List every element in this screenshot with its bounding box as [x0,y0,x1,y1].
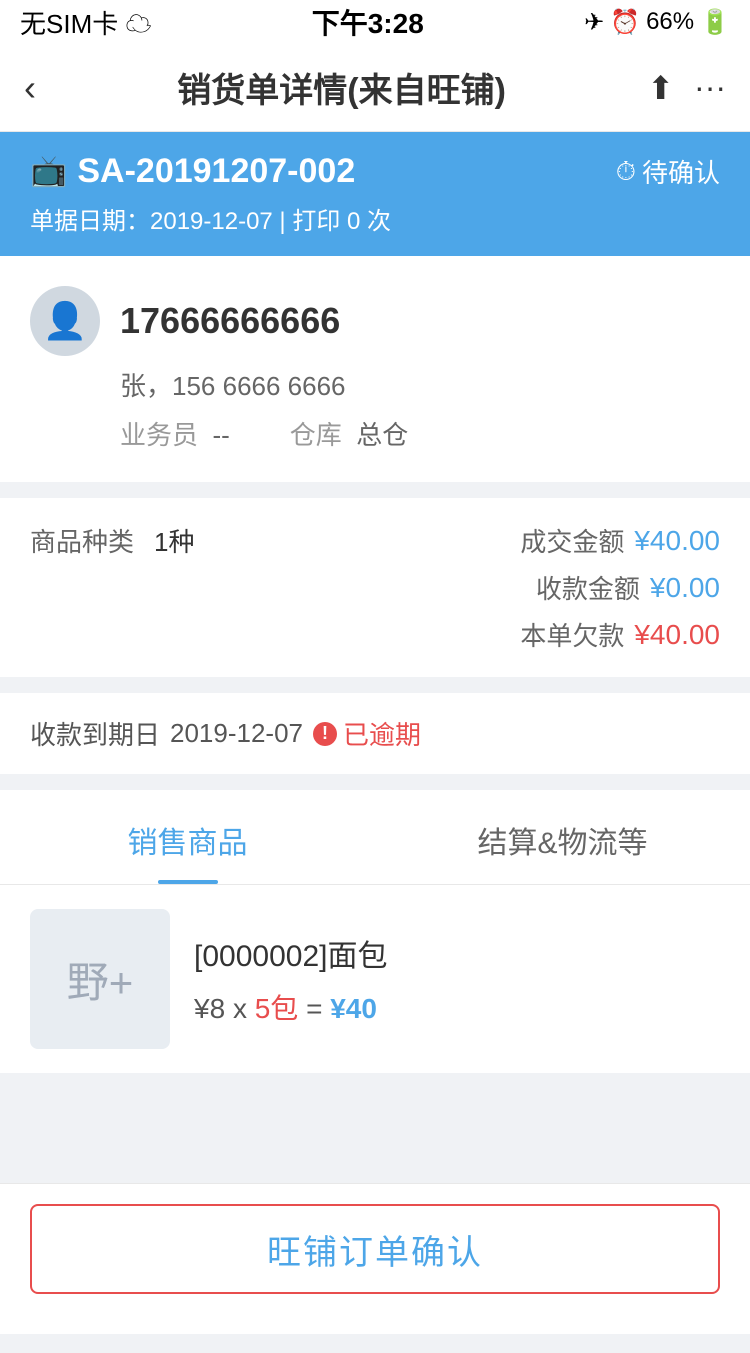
avatar: 👤 [30,286,100,356]
warehouse-value: 总仓 [356,420,408,450]
due-date-card: 收款到期日 2019-12-07 ! 已逾期 [0,693,750,774]
warehouse-label: 仓库 总仓 [290,415,408,452]
sales-label: 业务员 -- [120,415,230,452]
alarm-icon: ⏰ [610,8,640,37]
tab-settlement[interactable]: 结算&物流等 [375,790,750,884]
status-time: 下午3:28 [312,2,424,42]
deal-amount-row: 成交金额 ¥40.00 [520,522,720,559]
order-banner-top: 📺 SA-20191207-002 ⏱ 待确认 [30,152,720,191]
product-image: 野+ [30,909,170,1049]
product-price: ¥8 x 5包 = ¥40 [194,987,720,1027]
customer-top: 👤 17666666666 [30,286,720,356]
share-icon[interactable]: ⬆ [647,69,674,107]
customer-meta: 业务员 -- 仓库 总仓 [120,415,720,452]
battery-icon: 🔋 [700,8,730,37]
tab-active-underline [158,880,218,884]
status-text: 待确认 [642,153,720,190]
price-equals: = [306,993,330,1024]
product-type-label: 商品种类 [30,522,134,559]
bottom-button-area: 旺铺订单确认 [0,1183,750,1334]
more-icon[interactable]: ··· [694,69,726,106]
due-date: 2019-12-07 [170,718,303,749]
owed-label: 本单欠款 [520,616,624,653]
order-date: 单据日期：2019-12-07 | 打印 0 次 [30,201,720,236]
back-button[interactable]: ‹ [24,67,36,109]
summary-row: 商品种类 1种 成交金额 ¥40.00 收款金额 ¥0.00 本单欠款 ¥40.… [30,522,720,653]
location-icon: ✈ [584,8,604,37]
nav-bar: ‹ 销货单详情(来自旺铺) ⬆ ··· [0,44,750,132]
status-bar: 无SIM卡 ☁ 下午3:28 ✈ ⏰ 66% 🔋 [0,0,750,44]
received-row: 收款金额 ¥0.00 [536,569,720,606]
product-type: 商品种类 1种 [30,522,194,559]
deal-amount-label: 成交金额 [520,522,624,559]
due-label: 收款到期日 [30,715,160,752]
owed-value: ¥40.00 [634,619,720,651]
page-title: 销货单详情(来自旺铺) [177,63,506,112]
price-base: ¥8 [194,993,225,1024]
product-info: [0000002]面包 ¥8 x 5包 = ¥40 [194,931,720,1027]
tab-settlement-label: 结算&物流等 [477,827,647,860]
tab-sales-products[interactable]: 销售商品 [0,790,375,884]
price-total: ¥40 [330,993,377,1024]
price-x: x [233,993,255,1024]
price-qty: 5包 [255,993,299,1024]
product-type-value: 1种 [154,522,194,559]
order-status: ⏱ 待确认 [616,153,720,190]
owed-row: 本单欠款 ¥40.00 [520,616,720,653]
avatar-icon: 👤 [43,300,88,342]
order-id: SA-20191207-002 [77,152,355,191]
deal-amount-value: ¥40.00 [634,525,720,557]
overdue-badge: ! 已逾期 [313,715,421,752]
battery-level: 66% [646,8,694,36]
sim-status: 无SIM卡 ☁ [20,4,151,41]
tabs-container: 销售商品 结算&物流等 [0,790,750,885]
customer-card: 👤 17666666666 张，156 6666 6666 业务员 -- 仓库 … [0,256,750,482]
order-icon: 📺 [30,154,67,189]
customer-sub-info: 张，156 6666 6666 [120,366,720,403]
product-card: 野+ [0000002]面包 ¥8 x 5包 = ¥40 [0,885,750,1073]
product-logo: 野+ [67,949,134,1010]
status-right: ✈ ⏰ 66% 🔋 [584,8,730,37]
status-left: 无SIM卡 ☁ [20,4,151,41]
overdue-dot-icon: ! [313,722,337,746]
received-label: 收款金额 [536,569,640,606]
received-value: ¥0.00 [650,572,720,604]
customer-phone: 17666666666 [120,300,340,342]
tab-sales-label: 销售商品 [128,827,248,860]
summary-card: 商品种类 1种 成交金额 ¥40.00 收款金额 ¥0.00 本单欠款 ¥40.… [0,498,750,677]
nav-actions: ⬆ ··· [647,69,726,107]
amounts: 成交金额 ¥40.00 收款金额 ¥0.00 本单欠款 ¥40.00 [520,522,720,653]
clock-icon: ⏱ [616,156,636,188]
product-name: [0000002]面包 [194,931,720,975]
confirm-order-button[interactable]: 旺铺订单确认 [30,1204,720,1294]
sales-value: -- [212,420,229,450]
order-banner: 📺 SA-20191207-002 ⏱ 待确认 单据日期：2019-12-07 … [0,132,750,256]
overdue-text: 已逾期 [343,715,421,752]
